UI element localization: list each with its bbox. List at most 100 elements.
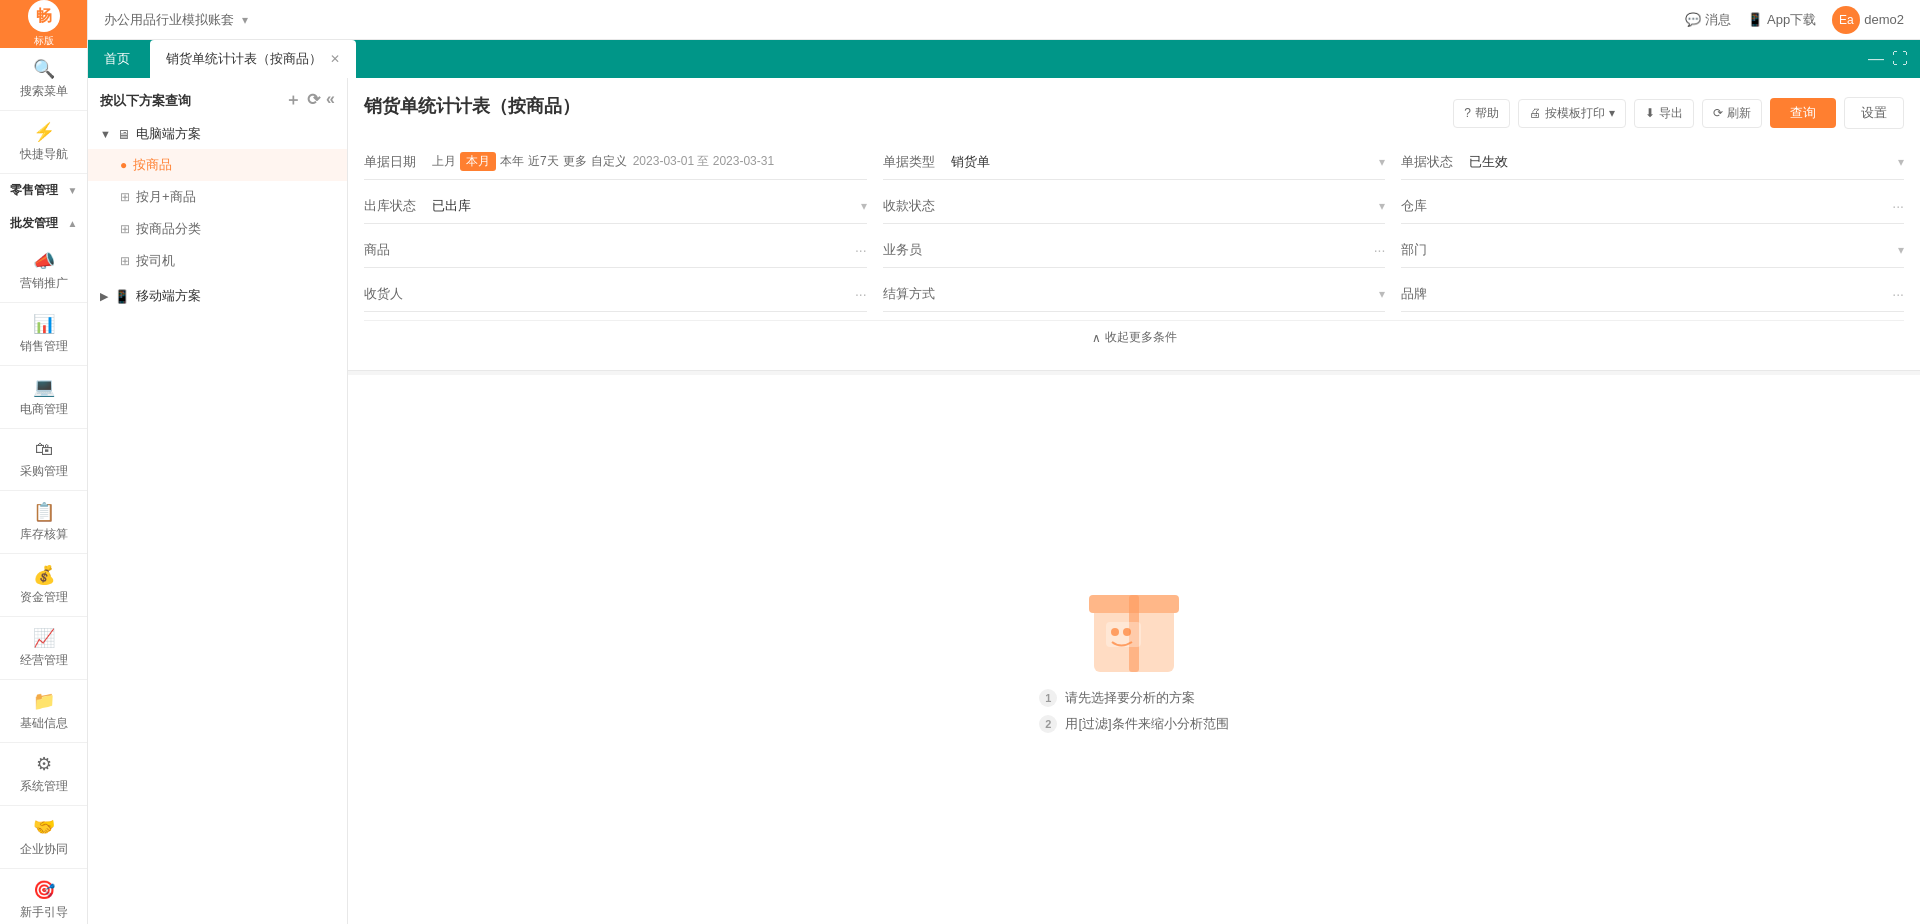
bill-type-label: 单据类型 <box>883 153 943 171</box>
tab-sales-stat[interactable]: 销货单统计计表（按商品） ✕ <box>150 40 356 78</box>
out-status-dropdown-icon[interactable]: ▾ <box>861 199 867 213</box>
workspace-dropdown-icon[interactable]: ▾ <box>242 13 248 27</box>
settings-button[interactable]: 设置 <box>1844 97 1904 129</box>
panel-header-actions: ＋ ⟳ « <box>285 90 335 111</box>
scheme-group-mobile-title[interactable]: ▶ 📱 移动端方案 <box>88 281 347 311</box>
refresh-button[interactable]: ⟳ 刷新 <box>1702 99 1762 128</box>
sidebar-item-marketing[interactable]: 📣 营销推广 <box>0 240 88 303</box>
search-icon: 🔍 <box>33 58 55 80</box>
date-option-7days[interactable]: 近7天 <box>528 153 559 170</box>
filter-receipt-status-field: 收款状态 ▾ <box>883 188 1386 224</box>
sidebar-item-system[interactable]: ⚙ 系统管理 <box>0 743 88 806</box>
minimize-button[interactable]: — <box>1868 50 1884 68</box>
scheme-item-by-product[interactable]: ● 按商品 <box>88 149 347 181</box>
mobile-group-arrow-icon: ▶ <box>100 290 108 303</box>
warehouse-more-icon[interactable]: ··· <box>1892 198 1904 214</box>
scheme-item-by-category[interactable]: ⊞ 按商品分类 <box>88 213 347 245</box>
filter-row-3: 商品 ··· 业务员 ··· 部门 ▾ <box>364 232 1904 268</box>
wholesale-arrow-icon: ▲ <box>68 218 78 229</box>
svg-point-5 <box>1123 628 1131 636</box>
dept-dropdown-icon[interactable]: ▾ <box>1898 243 1904 257</box>
date-option-this-month[interactable]: 本月 <box>460 152 496 171</box>
refresh-scheme-icon[interactable]: ⟳ <box>307 90 320 111</box>
tab-close-icon[interactable]: ✕ <box>330 52 340 66</box>
table-area: 1 请先选择要分析的方案 2 用[过滤]条件来缩小分析范围 <box>348 375 1920 924</box>
bill-status-value[interactable]: 已生效 <box>1469 153 1894 171</box>
help-button[interactable]: ? 帮助 <box>1453 99 1510 128</box>
date-option-this-year[interactable]: 本年 <box>500 153 524 170</box>
filter-warehouse-field: 仓库 ··· <box>1401 188 1904 224</box>
page-title: 销货单统计计表（按商品） <box>364 94 580 118</box>
message-icon: 💬 <box>1685 12 1701 27</box>
empty-hints: 1 请先选择要分析的方案 2 用[过滤]条件来缩小分析范围 <box>1039 689 1228 733</box>
topbar-left: 办公用品行业模拟账套 ▾ <box>104 11 248 29</box>
sidebar-item-finance[interactable]: 💰 资金管理 <box>0 554 88 617</box>
sidebar-item-purchase[interactable]: 🛍 采购管理 <box>0 429 88 491</box>
marketing-icon: 📣 <box>33 250 55 272</box>
enterprise-icon: 🤝 <box>33 816 55 838</box>
bill-type-dropdown-icon[interactable]: ▾ <box>1379 155 1385 169</box>
query-button[interactable]: 查询 <box>1770 98 1836 128</box>
brand-more-icon[interactable]: ··· <box>1892 286 1904 302</box>
receipt-status-label: 收款状态 <box>883 197 943 215</box>
sidebar-item-wholesale[interactable]: 批发管理 ▲ <box>0 207 88 240</box>
hint-num-2: 2 <box>1039 715 1057 733</box>
date-option-custom[interactable]: 自定义 <box>591 153 627 170</box>
pc-group-arrow-icon: ▼ <box>100 128 111 140</box>
system-icon: ⚙ <box>36 753 52 775</box>
add-scheme-button[interactable]: ＋ <box>285 90 301 111</box>
receipt-status-dropdown-icon[interactable]: ▾ <box>1379 199 1385 213</box>
tab-home[interactable]: 首页 <box>88 40 146 78</box>
empty-illustration <box>1074 567 1194 677</box>
purchase-icon: 🛍 <box>35 439 53 460</box>
bill-type-value[interactable]: 销货单 <box>951 153 1376 171</box>
shortcut-icon: ⚡ <box>33 121 55 143</box>
product-scheme-icon: ● <box>120 158 127 172</box>
export-button[interactable]: ⬇ 导出 <box>1634 99 1694 128</box>
sidebar-item-operation[interactable]: 📈 经营管理 <box>0 617 88 680</box>
scheme-group-pc-title[interactable]: ▼ 🖥 电脑端方案 <box>88 119 347 149</box>
out-status-value[interactable]: 已出库 <box>432 197 857 215</box>
sidebar-item-basic[interactable]: 📁 基础信息 <box>0 680 88 743</box>
out-status-label: 出库状态 <box>364 197 424 215</box>
salesperson-more-icon[interactable]: ··· <box>1374 242 1386 258</box>
scheme-item-by-month-product[interactable]: ⊞ 按月+商品 <box>88 181 347 213</box>
maximize-button[interactable]: ⛶ <box>1892 50 1908 68</box>
month-product-scheme-icon: ⊞ <box>120 190 130 204</box>
print-icon: 🖨 <box>1529 106 1541 120</box>
recipient-more-icon[interactable]: ··· <box>855 286 867 302</box>
filter-actions: ? 帮助 🖨 按模板打印 ▾ ⬇ 导出 ⟳ <box>1453 97 1904 129</box>
product-more-icon[interactable]: ··· <box>855 242 867 258</box>
svg-point-4 <box>1111 628 1119 636</box>
date-option-more[interactable]: 更多 <box>563 153 587 170</box>
collapse-panel-icon[interactable]: « <box>326 90 335 111</box>
user-profile[interactable]: Ea demo2 <box>1832 6 1904 34</box>
sidebar-item-ecommerce[interactable]: 💻 电商管理 <box>0 366 88 429</box>
scheme-item-by-cashier[interactable]: ⊞ 按司机 <box>88 245 347 277</box>
sidebar-item-enterprise[interactable]: 🤝 企业协同 <box>0 806 88 869</box>
sidebar-item-inventory[interactable]: 📋 库存核算 <box>0 491 88 554</box>
guide-icon: 🎯 <box>33 879 55 901</box>
print-button[interactable]: 🖨 按模板打印 ▾ <box>1518 99 1626 128</box>
sidebar-item-sales[interactable]: 📊 销售管理 <box>0 303 88 366</box>
bill-status-dropdown-icon[interactable]: ▾ <box>1898 155 1904 169</box>
date-range-text: 2023-03-01 至 2023-03-31 <box>633 153 774 170</box>
mobile-folder-icon: 📱 <box>114 289 130 304</box>
filter-row-4: 收货人 ··· 结算方式 ▾ 品牌 ··· <box>364 276 1904 312</box>
collapse-filter-button[interactable]: ∧ 收起更多条件 <box>364 320 1904 354</box>
sidebar-item-guide[interactable]: 🎯 新手引导 <box>0 869 88 924</box>
finance-icon: 💰 <box>33 564 55 586</box>
sidebar-item-shortcut[interactable]: ⚡ 快捷导航 <box>0 111 88 174</box>
sidebar-item-retail[interactable]: 零售管理 ▼ <box>0 174 88 207</box>
filter-payment-field: 结算方式 ▾ <box>883 276 1386 312</box>
date-option-last-month[interactable]: 上月 <box>432 153 456 170</box>
pc-folder-icon: 🖥 <box>117 127 130 142</box>
svg-rect-3 <box>1106 622 1141 647</box>
bill-status-label: 单据状态 <box>1401 153 1461 171</box>
payment-dropdown-icon[interactable]: ▾ <box>1379 287 1385 301</box>
message-button[interactable]: 💬 消息 <box>1685 11 1731 29</box>
hint-num-1: 1 <box>1039 689 1057 707</box>
sidebar-item-search[interactable]: 🔍 搜索菜单 <box>0 48 88 111</box>
scheme-group-mobile: ▶ 📱 移动端方案 <box>88 281 347 311</box>
app-download-button[interactable]: 📱 App下载 <box>1747 11 1816 29</box>
